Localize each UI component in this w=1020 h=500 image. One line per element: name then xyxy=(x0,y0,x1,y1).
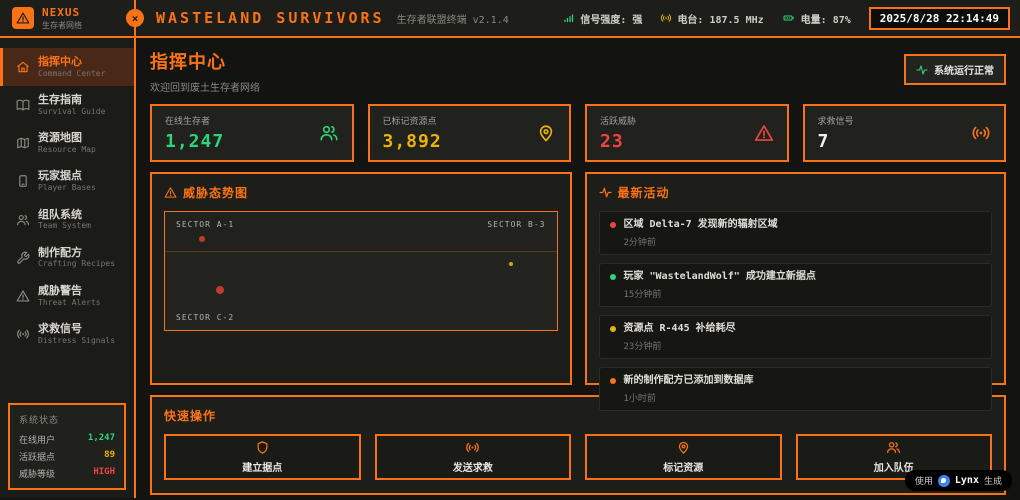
activity-item: 玩家 "WastelandWolf" 成功建立新据点 15分钟前 xyxy=(598,263,992,307)
activity-dot xyxy=(609,378,616,384)
warning-triangle-icon xyxy=(164,186,177,199)
stat-card-active-threats: 活跃威胁 23 xyxy=(585,104,789,162)
warning-triangle-icon xyxy=(754,123,774,143)
system-status-panel: 系统状态 在线用户 1,247 活跃据点 89 威胁等级 HIGH xyxy=(8,403,126,490)
page-subtitle: 欢迎回到废土生存者网络 xyxy=(150,83,260,94)
broadcast-icon xyxy=(465,440,480,455)
battery-icon xyxy=(782,12,796,24)
close-button[interactable]: × xyxy=(126,9,144,27)
page-title: 指挥中心 xyxy=(150,52,226,73)
threat-dot xyxy=(509,261,514,266)
stat-card-online-survivors: 在线生存者 1,247 xyxy=(150,104,354,162)
warning-triangle-icon xyxy=(16,289,30,303)
stat-card-distress-signals: 求救信号 7 xyxy=(802,104,1006,162)
map-pin-icon xyxy=(676,440,691,455)
main-content: 指挥中心 欢迎回到废土生存者网络 系统运行正常 在线生存者 1,247 已标记资源… xyxy=(136,38,1020,498)
system-ok-button[interactable]: 系统运行正常 xyxy=(904,54,1006,85)
app-version: 生存者联盟终端 v2.1.4 xyxy=(396,15,509,26)
sidebar-item-player-bases[interactable]: 玩家据点 Player Bases xyxy=(0,162,134,200)
signal-strength-status: 信号强度: 强 xyxy=(563,11,642,26)
topbar: NEXUS 生存者网络 × WASTELAND SURVIVORS 生存者联盟终… xyxy=(0,0,1020,38)
system-status-row: 活跃据点 89 xyxy=(19,450,115,463)
brand-name: NEXUS xyxy=(42,5,81,19)
sidebar-item-crafting-recipes[interactable]: 制作配方 Crafting Recipes xyxy=(0,239,134,277)
users-icon xyxy=(886,440,901,455)
wrench-icon xyxy=(16,251,30,265)
sidebar-item-distress-signals[interactable]: 求救信号 Distress Signals xyxy=(0,315,134,353)
lynx-badge[interactable]: 使用 Lynx 生成 xyxy=(904,470,1012,491)
sector-label-a1: SECTOR A-1 xyxy=(176,220,235,229)
stat-card-marked-resources: 已标记资源点 3,892 xyxy=(367,104,571,162)
lynx-brand-name: Lynx xyxy=(954,475,979,486)
mark-resource-button[interactable]: 标记资源 xyxy=(585,434,782,480)
book-icon xyxy=(16,98,30,112)
send-distress-button[interactable]: 发送求救 xyxy=(374,434,571,480)
activity-item: 新的制作配方已添加到数据库 1小时前 xyxy=(598,367,992,411)
activity-dot xyxy=(609,326,616,332)
brand-subtitle: 生存者网络 xyxy=(42,20,82,30)
app-title: WASTELAND SURVIVORS xyxy=(156,9,385,27)
topbar-status-group: 信号强度: 强 电台: 187.5 MHz 电量: 87% 2025/8/28 … xyxy=(563,6,1020,30)
house-icon xyxy=(16,60,30,74)
radio-frequency-status: 电台: 187.5 MHz xyxy=(660,11,764,26)
activity-dot xyxy=(609,222,616,228)
users-icon xyxy=(16,213,30,227)
map-icon xyxy=(16,136,30,150)
lynx-badge-suffix: 生成 xyxy=(983,477,1002,487)
system-status-row: 威胁等级 HIGH xyxy=(19,467,115,480)
broadcast-icon xyxy=(971,123,991,143)
battery-status: 电量: 87% xyxy=(782,11,851,26)
sidebar: 指挥中心 Command Center 生存指南 Survival Guide 资源… xyxy=(0,38,136,498)
stats-row: 在线生存者 1,247 已标记资源点 3,892 活跃威胁 23 求救信号 7 xyxy=(150,104,1006,162)
app-window: NEXUS 生存者网络 × WASTELAND SURVIVORS 生存者联盟终… xyxy=(0,0,1020,500)
brand: NEXUS 生存者网络 xyxy=(0,0,136,36)
sidebar-item-command-center[interactable]: 指挥中心 Command Center xyxy=(0,48,134,87)
threat-dot xyxy=(215,285,224,294)
sidebar-item-threat-alerts[interactable]: 威胁警告 Threat Alerts xyxy=(0,277,134,315)
establish-base-button[interactable]: 建立据点 xyxy=(164,434,361,480)
users-icon xyxy=(319,123,339,143)
map-pin-icon xyxy=(536,123,556,143)
lynx-badge-prefix: 使用 xyxy=(914,477,933,487)
radio-broadcast-icon xyxy=(660,12,672,24)
map-sector-divider xyxy=(165,212,557,253)
sidebar-item-resource-map[interactable]: 资源地图 Resource Map xyxy=(0,124,134,162)
sidebar-item-team-system[interactable]: 组队系统 Team System xyxy=(0,201,134,239)
activity-panel: 最新活动 区域 Delta-7 发现新的辐射区域 2分钟前 玩家 "Wastela… xyxy=(584,172,1006,411)
timestamp: 2025/8/28 22:14:49 xyxy=(868,6,1010,30)
activity-title: 最新活动 xyxy=(617,186,670,200)
sector-label-c2: SECTOR C-2 xyxy=(176,313,235,322)
threat-map: SECTOR A-1 SECTOR B-3 SECTOR C-2 xyxy=(164,211,558,331)
pulse-icon xyxy=(916,64,928,76)
quick-actions-title: 快速操作 xyxy=(164,409,217,423)
activity-dot xyxy=(609,274,616,280)
sector-label-b3: SECTOR B-3 xyxy=(487,220,546,229)
threat-map-title: 威胁态势图 xyxy=(183,186,249,200)
sidebar-item-survival-guide[interactable]: 生存指南 Survival Guide xyxy=(0,86,134,124)
nexus-logo-icon xyxy=(12,7,34,29)
pulse-icon xyxy=(598,186,612,199)
lynx-logo-icon xyxy=(937,474,950,487)
activity-item: 区域 Delta-7 发现新的辐射区域 2分钟前 xyxy=(598,211,992,255)
app-title-group: WASTELAND SURVIVORS 生存者联盟终端 v2.1.4 xyxy=(156,9,509,27)
system-status-row: 在线用户 1,247 xyxy=(19,433,115,446)
threat-map-panel: 威胁态势图 SECTOR A-1 SECTOR B-3 SECTOR C-2 xyxy=(150,172,572,385)
shield-icon xyxy=(255,440,270,455)
signal-bars-icon xyxy=(563,12,575,24)
threat-dot xyxy=(199,236,206,243)
base-icon xyxy=(16,174,30,188)
system-status-title: 系统状态 xyxy=(19,416,60,426)
activity-item: 资源点 R-445 补给耗尽 23分钟前 xyxy=(598,315,992,359)
broadcast-icon xyxy=(16,327,30,341)
